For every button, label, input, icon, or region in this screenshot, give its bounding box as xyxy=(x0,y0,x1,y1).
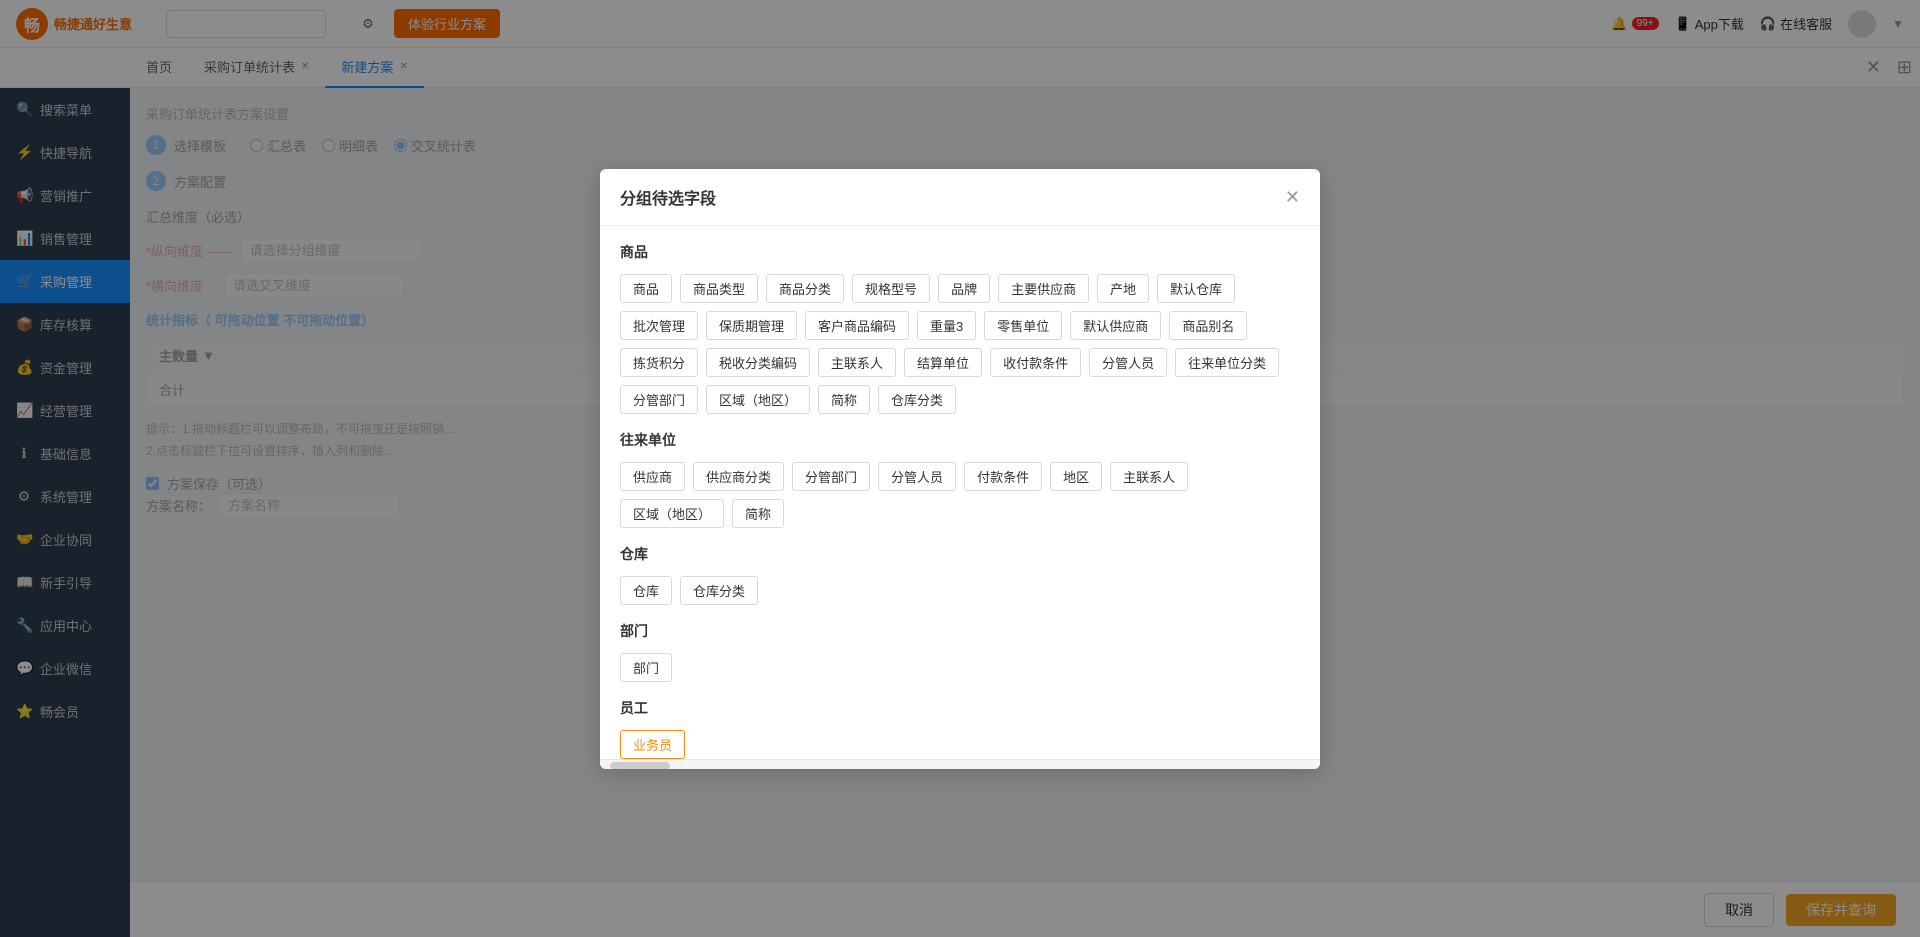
field-tag-main-supplier[interactable]: 主要供应商 xyxy=(998,274,1089,303)
field-tag-warehouse[interactable]: 仓库 xyxy=(620,576,672,605)
modal-header: 分组待选字段 ✕ xyxy=(600,169,1320,226)
section-title-staff: 员工 xyxy=(620,698,1300,718)
field-tag-dept-person[interactable]: 分管人员 xyxy=(878,462,956,491)
field-tag-spec-model[interactable]: 规格型号 xyxy=(852,274,930,303)
field-tag-pick-score[interactable]: 拣货积分 xyxy=(620,348,698,377)
field-tag-main-contact2[interactable]: 主联系人 xyxy=(1110,462,1188,491)
field-tag-origin[interactable]: 产地 xyxy=(1097,274,1149,303)
field-tag-batch-mgmt[interactable]: 批次管理 xyxy=(620,311,698,340)
field-tag-brand[interactable]: 品牌 xyxy=(938,274,990,303)
field-tag-expiry-mgmt[interactable]: 保质期管理 xyxy=(706,311,797,340)
field-tags-dept: 部门 xyxy=(620,653,1300,682)
modal-close-btn[interactable]: ✕ xyxy=(1285,188,1300,206)
field-tags-warehouse: 仓库 仓库分类 xyxy=(620,576,1300,605)
modal-scroll-thumb xyxy=(610,762,670,769)
modal-overlay: 分组待选字段 ✕ 商品 商品 商品类型 商品分类 规格型号 品牌 主要供应商 产… xyxy=(0,0,1920,937)
field-tag-default-supplier[interactable]: 默认供应商 xyxy=(1070,311,1161,340)
field-tag-supplier[interactable]: 供应商 xyxy=(620,462,685,491)
field-tag-salesperson[interactable]: 业务员 xyxy=(620,730,685,759)
field-tag-goods-type[interactable]: 商品类型 xyxy=(680,274,758,303)
field-tag-supplier-cat[interactable]: 供应商分类 xyxy=(693,462,784,491)
field-tag-abbr2[interactable]: 简称 xyxy=(732,499,784,528)
field-tags-partner: 供应商 供应商分类 分管部门 分管人员 付款条件 地区 主联系人 区域（地区） … xyxy=(620,462,1300,528)
field-tag-dept-managed[interactable]: 分管部门 xyxy=(620,385,698,414)
modal-title: 分组待选字段 xyxy=(620,185,716,209)
field-tag-settlement-unit[interactable]: 结算单位 xyxy=(904,348,982,377)
field-tag-region[interactable]: 区域（地区） xyxy=(706,385,810,414)
field-tag-region2[interactable]: 区域（地区） xyxy=(620,499,724,528)
field-tag-goods-category[interactable]: 商品分类 xyxy=(766,274,844,303)
field-tag-retail-unit[interactable]: 零售单位 xyxy=(984,311,1062,340)
field-tag-weight3[interactable]: 重量3 xyxy=(917,311,976,340)
field-tag-payment-cond[interactable]: 付款条件 xyxy=(964,462,1042,491)
field-tag-warehouse-category[interactable]: 仓库分类 xyxy=(680,576,758,605)
field-tags-goods: 商品 商品类型 商品分类 规格型号 品牌 主要供应商 产地 默认仓库 批次管理 … xyxy=(620,274,1300,414)
field-tag-manager[interactable]: 分管人员 xyxy=(1089,348,1167,377)
field-tag-abbr[interactable]: 简称 xyxy=(818,385,870,414)
field-tag-default-warehouse[interactable]: 默认仓库 xyxy=(1157,274,1235,303)
modal-scroll-bar[interactable] xyxy=(600,759,1320,769)
section-title-warehouse: 仓库 xyxy=(620,544,1300,564)
section-title-partner: 往来单位 xyxy=(620,430,1300,450)
field-tag-main-contact[interactable]: 主联系人 xyxy=(818,348,896,377)
field-tag-payment-terms[interactable]: 收付款条件 xyxy=(990,348,1081,377)
field-tag-goods[interactable]: 商品 xyxy=(620,274,672,303)
field-tag-goods-alias[interactable]: 商品别名 xyxy=(1169,311,1247,340)
section-title-dept: 部门 xyxy=(620,621,1300,641)
modal-body: 商品 商品 商品类型 商品分类 规格型号 品牌 主要供应商 产地 默认仓库 批次… xyxy=(600,226,1320,759)
field-tag-tax-code[interactable]: 税收分类编码 xyxy=(706,348,810,377)
field-tag-dept[interactable]: 部门 xyxy=(620,653,672,682)
modal: 分组待选字段 ✕ 商品 商品 商品类型 商品分类 规格型号 品牌 主要供应商 产… xyxy=(600,169,1320,769)
field-tag-partner-category[interactable]: 往来单位分类 xyxy=(1175,348,1279,377)
section-title-goods: 商品 xyxy=(620,242,1300,262)
field-tag-customer-code[interactable]: 客户商品编码 xyxy=(805,311,909,340)
field-tags-staff: 业务员 xyxy=(620,730,1300,759)
field-tag-district[interactable]: 地区 xyxy=(1050,462,1102,491)
field-tag-dept-mgmt[interactable]: 分管部门 xyxy=(792,462,870,491)
field-tag-warehouse-cat[interactable]: 仓库分类 xyxy=(878,385,956,414)
